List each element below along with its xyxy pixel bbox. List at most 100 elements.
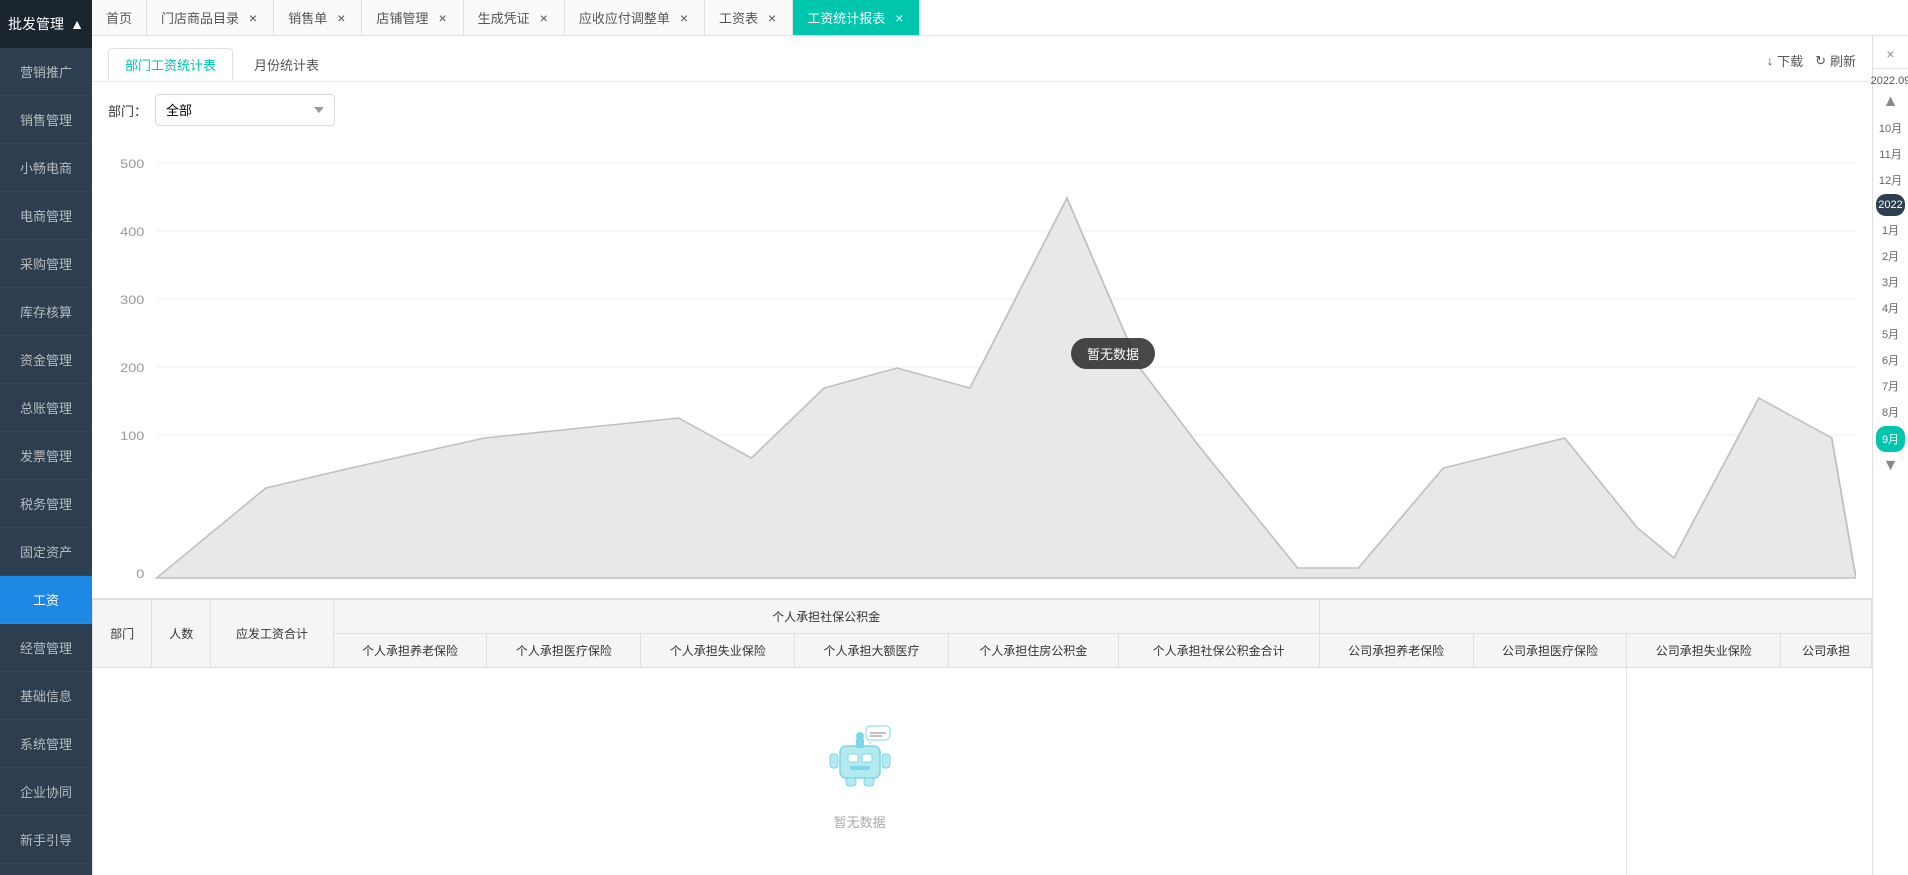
svg-text:400: 400	[120, 225, 144, 238]
col-personal-housing: 个人承担住房公积金	[948, 634, 1118, 668]
svg-text:500: 500	[120, 157, 144, 170]
tab-close-7[interactable]: ×	[893, 10, 905, 26]
col-total-salary: 应发工资合计	[211, 600, 333, 668]
tab-close-4[interactable]: ×	[538, 10, 550, 26]
month-item-5月[interactable]: 5月	[1872, 321, 1908, 347]
svg-text:100: 100	[120, 429, 144, 442]
tab-items: 首页门店商品目录×销售单×店铺管理×生成凭证×应收应付调整单×工资表×工资统计报…	[92, 0, 920, 35]
col-company-unemploy: 公司承担失业保险	[1627, 634, 1781, 668]
tab-0[interactable]: 首页	[92, 0, 147, 35]
main-area: 首页门店商品目录×销售单×店铺管理×生成凭证×应收应付调整单×工资表×工资统计报…	[92, 0, 1908, 875]
sidebar-item-电商管理[interactable]: 电商管理	[0, 192, 92, 240]
month-item-4月[interactable]: 4月	[1872, 295, 1908, 321]
svg-text:0: 0	[136, 567, 144, 580]
sidebar-item-发票管理[interactable]: 发票管理	[0, 432, 92, 480]
sidebar-arrow: ▲	[70, 16, 84, 32]
table-section[interactable]: 部门 人数 应发工资合计 个人承担社保公积金 个人承担养老保险 个人承担医疗保险…	[92, 598, 1872, 875]
year-label: 2022.09	[1871, 69, 1908, 89]
month-item-1月[interactable]: 1月	[1872, 217, 1908, 243]
sidebar-item-经营管理[interactable]: 经营管理	[0, 624, 92, 672]
month-item-7月[interactable]: 7月	[1872, 373, 1908, 399]
col-headcount: 人数	[152, 600, 211, 668]
tab-close-1[interactable]: ×	[247, 10, 259, 26]
col-department: 部门	[93, 600, 152, 668]
month-item-8月[interactable]: 8月	[1872, 399, 1908, 425]
month-item-10月[interactable]: 10月	[1872, 115, 1908, 141]
sub-tabs-left: 部门工资统计表月份统计表	[108, 48, 336, 81]
col-company-other: 公司承担	[1781, 634, 1872, 668]
month-item-9月[interactable]: 9月	[1876, 426, 1904, 452]
sidebar-item-销售管理[interactable]: 销售管理	[0, 96, 92, 144]
tab-6[interactable]: 工资表×	[705, 0, 793, 35]
refresh-icon: ↻	[1815, 53, 1826, 69]
sidebar-item-小畅电商[interactable]: 小畅电商	[0, 144, 92, 192]
svg-text:300: 300	[120, 293, 144, 306]
tab-close-2[interactable]: ×	[335, 10, 347, 26]
nav-up-arrow[interactable]: ▲	[1879, 89, 1903, 115]
chart-area: 500 400 300 200 100 0 暂无数	[92, 138, 1872, 598]
months-list: 10月11月12月20221月2月3月4月5月6月7月8月9月	[1872, 115, 1908, 453]
department-select[interactable]: 全部	[155, 94, 335, 126]
col-personal-total: 个人承担社保公积金合计	[1118, 634, 1319, 668]
tab-close-6[interactable]: ×	[766, 10, 778, 26]
month-item-11月[interactable]: 11月	[1872, 141, 1908, 167]
col-personal-unemploy: 个人承担失业保险	[641, 634, 795, 668]
month-item-6月[interactable]: 6月	[1872, 347, 1908, 373]
sidebar-item-系统管理[interactable]: 系统管理	[0, 720, 92, 768]
download-icon: ↓	[1767, 53, 1774, 68]
tab-4[interactable]: 生成凭证×	[464, 0, 565, 35]
sidebar-header[interactable]: 批发管理 ▲	[0, 0, 92, 48]
right-panel-close-button[interactable]: ×	[1873, 40, 1908, 69]
month-item-3月[interactable]: 3月	[1872, 269, 1908, 295]
sub-tab-1[interactable]: 月份统计表	[237, 48, 336, 81]
content-area: 部门工资统计表月份统计表 ↓ 下载 ↻ 刷新 部门： 全部	[92, 36, 1908, 875]
col-group-company	[1319, 600, 1871, 634]
col-personal-pension: 个人承担养老保险	[333, 634, 487, 668]
tab-2[interactable]: 销售单×	[274, 0, 362, 35]
sidebar-item-营销推广[interactable]: 营销推广	[0, 48, 92, 96]
empty-label: 暂无数据	[834, 812, 886, 831]
empty-robot-icon	[820, 716, 900, 796]
sidebar-item-采购管理[interactable]: 采购管理	[0, 240, 92, 288]
sidebar-item-工资[interactable]: 工资	[0, 576, 92, 624]
empty-state-row: 暂无数据	[93, 668, 1627, 875]
svg-text:200: 200	[120, 361, 144, 374]
sub-tabs-bar: 部门工资统计表月份统计表 ↓ 下载 ↻ 刷新	[92, 36, 1872, 82]
month-item-2月[interactable]: 2月	[1872, 243, 1908, 269]
sidebar-item-固定资产[interactable]: 固定资产	[0, 528, 92, 576]
sidebar-item-资金管理[interactable]: 资金管理	[0, 336, 92, 384]
col-company-pension: 公司承担养老保险	[1319, 634, 1473, 668]
nav-down-arrow[interactable]: ▼	[1879, 453, 1903, 479]
sub-tab-0[interactable]: 部门工资统计表	[108, 48, 233, 81]
tab-bar: 首页门店商品目录×销售单×店铺管理×生成凭证×应收应付调整单×工资表×工资统计报…	[92, 0, 1908, 36]
page-content: 部门工资统计表月份统计表 ↓ 下载 ↻ 刷新 部门： 全部	[92, 36, 1872, 875]
sidebar-item-税务管理[interactable]: 税务管理	[0, 480, 92, 528]
col-company-medical: 公司承担医疗保险	[1473, 634, 1627, 668]
sidebar-item-库存核算[interactable]: 库存核算	[0, 288, 92, 336]
sidebar-item-新手引导[interactable]: 新手引导	[0, 816, 92, 864]
col-personal-medical: 个人承担医疗保险	[487, 634, 641, 668]
tab-3[interactable]: 店铺管理×	[362, 0, 463, 35]
empty-state: 暂无数据	[103, 676, 1616, 871]
sidebar-item-总账管理[interactable]: 总账管理	[0, 384, 92, 432]
tab-close-5[interactable]: ×	[678, 10, 690, 26]
sidebar-items: 营销推广销售管理小畅电商电商管理采购管理库存核算资金管理总账管理发票管理税务管理…	[0, 48, 92, 875]
tab-7[interactable]: 工资统计报表×	[793, 0, 920, 35]
col-personal-major-medical: 个人承担大额医疗	[795, 634, 949, 668]
sidebar-item-企业协同[interactable]: 企业协同	[0, 768, 92, 816]
col-group-personal: 个人承担社保公积金	[333, 600, 1319, 634]
tab-1[interactable]: 门店商品目录×	[147, 0, 274, 35]
right-panel: × 2022.09 ▲ 10月11月12月20221月2月3月4月5月6月7月8…	[1872, 36, 1908, 875]
download-button[interactable]: ↓ 下载	[1767, 51, 1804, 70]
tab-close-3[interactable]: ×	[436, 10, 448, 26]
tab-5[interactable]: 应收应付调整单×	[565, 0, 705, 35]
filter-label: 部门：	[108, 101, 147, 120]
area-chart: 500 400 300 200 100 0	[108, 148, 1856, 588]
month-item-2022[interactable]: 2022	[1876, 194, 1904, 216]
month-item-12月[interactable]: 12月	[1872, 167, 1908, 193]
sidebar: 批发管理 ▲ 营销推广销售管理小畅电商电商管理采购管理库存核算资金管理总账管理发…	[0, 0, 92, 875]
refresh-button[interactable]: ↻ 刷新	[1815, 51, 1856, 70]
sidebar-item-云应用[interactable]: 云应用	[0, 864, 92, 875]
sidebar-item-基础信息[interactable]: 基础信息	[0, 672, 92, 720]
filter-row: 部门： 全部	[92, 82, 1872, 138]
